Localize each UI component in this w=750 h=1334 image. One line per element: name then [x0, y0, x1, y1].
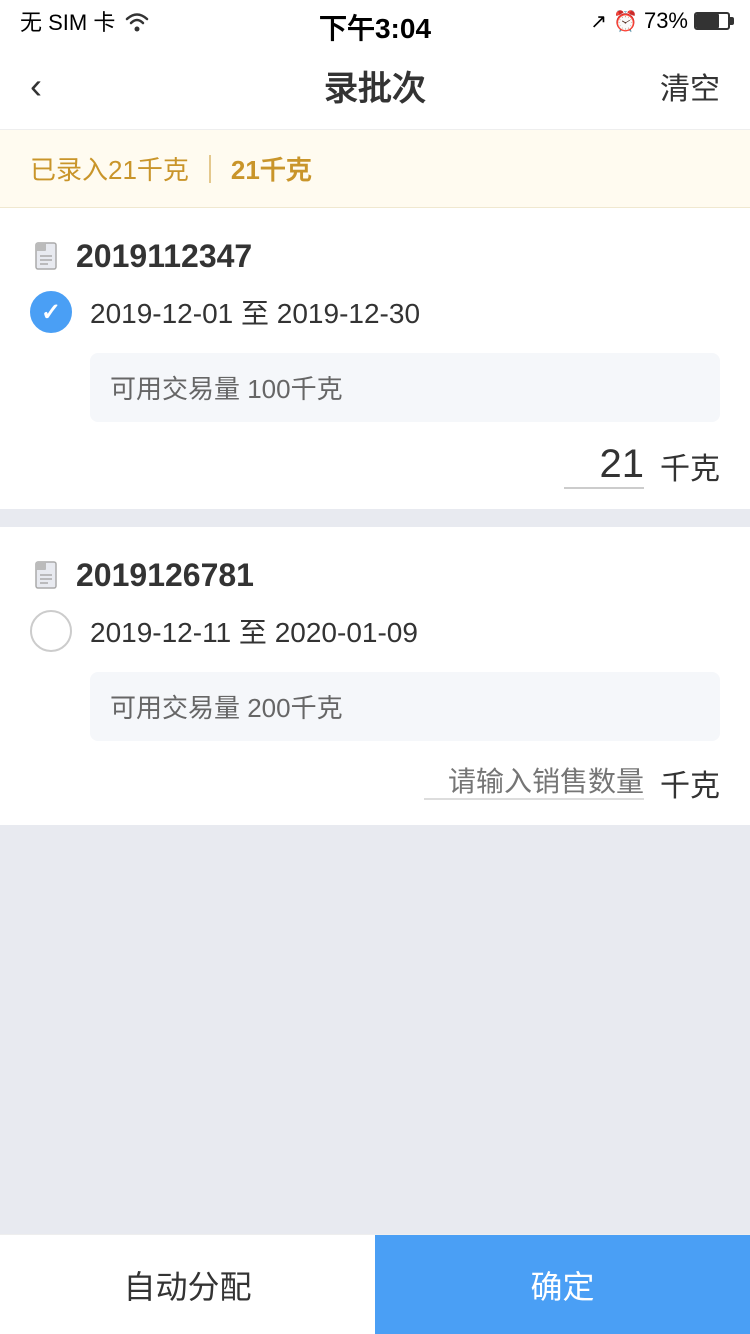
batch1-card: 2019112347 2019-12-01 至 2019-12-30 可用交易量…	[0, 208, 750, 422]
status-left: 无 SIM 卡	[20, 5, 151, 37]
batch1-id: 2019112347	[76, 238, 252, 275]
nav-bar: ‹ 录批次 清空	[0, 42, 750, 130]
batch2-date-row[interactable]: 2019-12-11 至 2020-01-09	[30, 610, 720, 652]
gray-area	[0, 827, 750, 1287]
batch2-avail-text: 可用交易量 200千克	[110, 693, 343, 723]
no-sim-text: 无 SIM 卡	[20, 5, 115, 37]
alarm-icon: ⏰	[613, 9, 638, 34]
battery-icon	[694, 12, 730, 30]
batch1-avail-box: 可用交易量 100千克	[90, 353, 720, 422]
banner-divider	[209, 155, 211, 183]
batch1-amount-row: 千克	[0, 422, 750, 511]
batch2-id-row: 2019126781	[30, 557, 720, 594]
location-icon: ↗	[590, 9, 607, 34]
doc-icon-2	[30, 558, 66, 594]
status-right: ↗ ⏰ 73%	[590, 8, 730, 34]
section-divider	[0, 511, 750, 527]
recorded-label: 已录入21千克	[30, 150, 189, 187]
batch1-avail-text: 可用交易量 100千克	[110, 374, 343, 404]
batch2-avail-box: 可用交易量 200千克	[90, 672, 720, 741]
batch2-date: 2019-12-11 至 2020-01-09	[90, 611, 418, 651]
clear-button[interactable]: 清空	[660, 64, 720, 108]
page-title: 录批次	[324, 61, 426, 110]
auto-distribute-button[interactable]: 自动分配	[0, 1235, 375, 1334]
recorded-value: 21千克	[231, 150, 312, 187]
status-bar: 无 SIM 卡 下午3:04 ↗ ⏰ 73%	[0, 0, 750, 42]
batch1-radio[interactable]	[30, 291, 72, 333]
bottom-bar: 自动分配 确定	[0, 1234, 750, 1334]
status-time: 下午3:04	[319, 7, 431, 47]
wifi-icon	[123, 10, 151, 32]
info-banner: 已录入21千克 21千克	[0, 130, 750, 208]
battery-fill	[696, 14, 719, 28]
doc-icon-1	[30, 239, 66, 275]
back-button[interactable]: ‹	[30, 65, 90, 107]
confirm-button[interactable]: 确定	[375, 1235, 750, 1334]
batch2-card: 2019126781 2019-12-11 至 2020-01-09 可用交易量…	[0, 527, 750, 741]
batch2-unit: 千克	[660, 761, 720, 805]
batch1-unit: 千克	[660, 444, 720, 488]
batch1-date-row[interactable]: 2019-12-01 至 2019-12-30	[30, 291, 720, 333]
batch2-id: 2019126781	[76, 557, 254, 594]
batch2-radio[interactable]	[30, 610, 72, 652]
batch1-amount-input[interactable]	[564, 442, 644, 489]
batch1-date: 2019-12-01 至 2019-12-30	[90, 292, 420, 332]
batch2-input-row: 千克	[0, 741, 750, 827]
batch1-id-row: 2019112347	[30, 238, 720, 275]
batch2-amount-input[interactable]	[424, 766, 644, 800]
battery-percent: 73%	[644, 8, 688, 34]
